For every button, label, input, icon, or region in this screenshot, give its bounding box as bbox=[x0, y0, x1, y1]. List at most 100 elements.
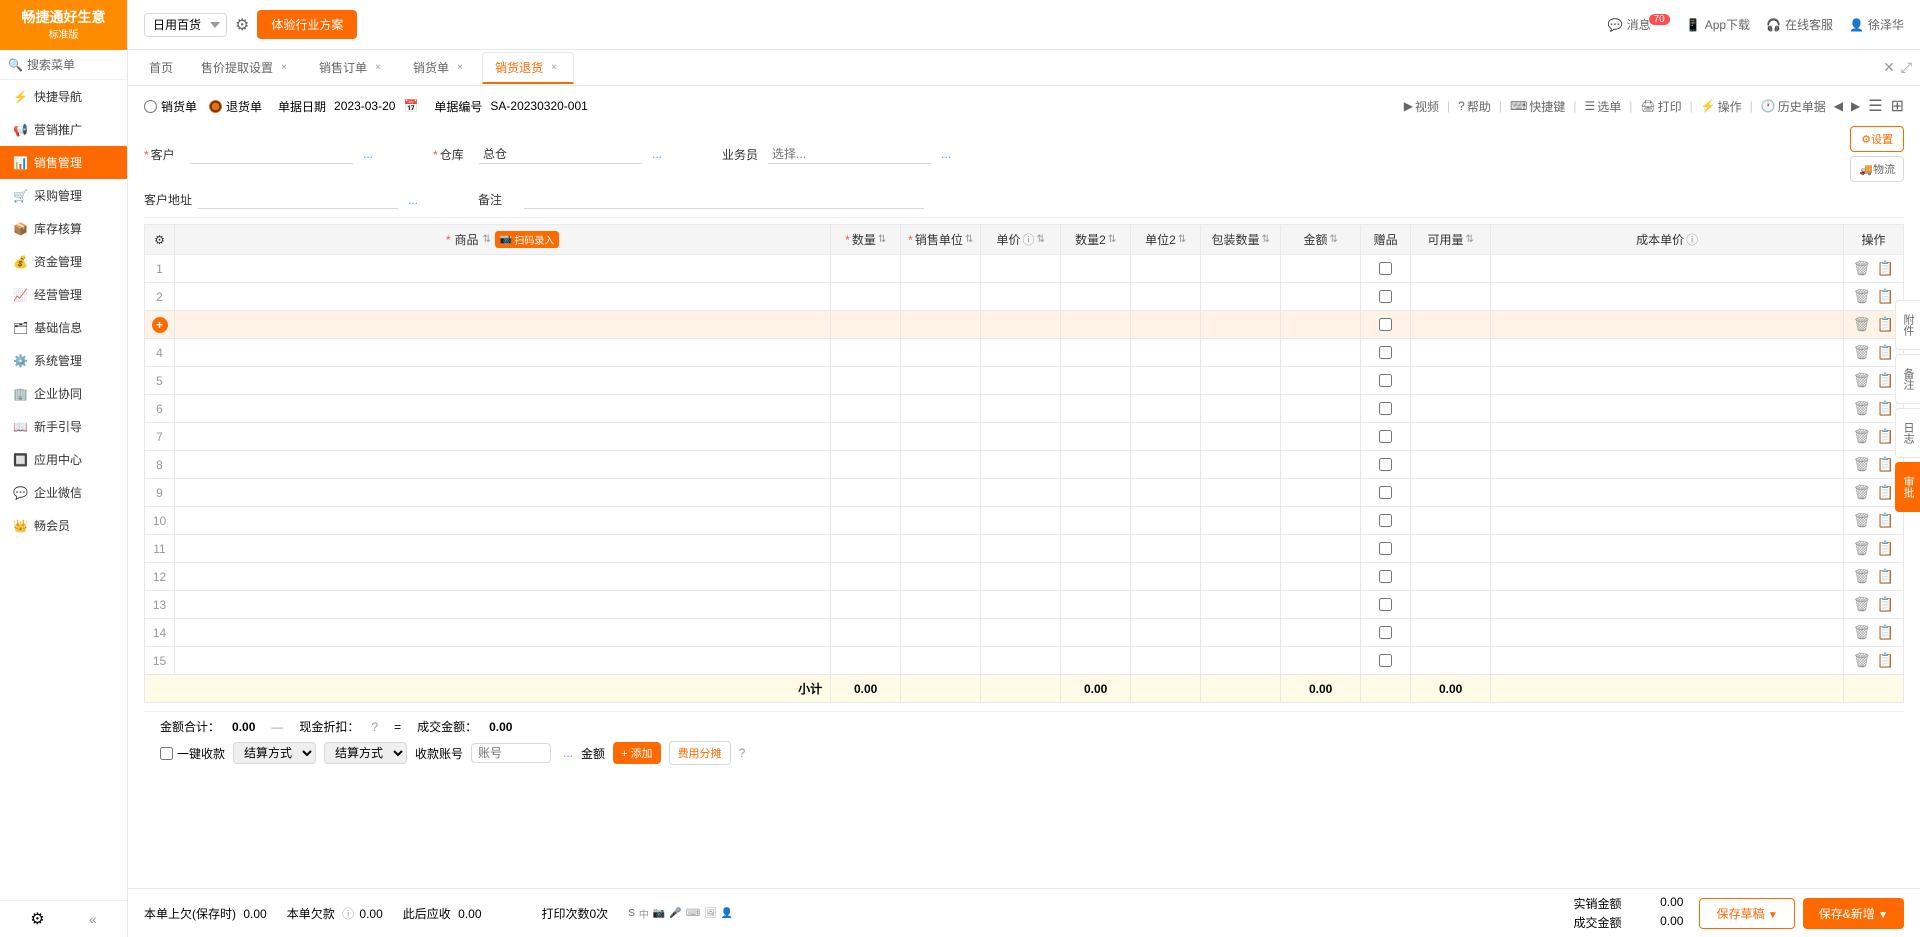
tab-sales[interactable]: 销货单 × bbox=[400, 52, 480, 83]
discount-info-icon[interactable]: ? bbox=[371, 720, 378, 734]
view1-btn[interactable]: ☰ bbox=[1868, 96, 1882, 116]
next-btn[interactable]: ▶ bbox=[1851, 99, 1860, 113]
sort-unit2-icon[interactable]: ⇅ bbox=[1178, 234, 1186, 245]
tab-return-close[interactable]: × bbox=[547, 60, 561, 74]
cost-price-cell[interactable] bbox=[1491, 283, 1844, 311]
tab-price-extract-close[interactable]: × bbox=[277, 61, 291, 75]
radio-sales-input[interactable] bbox=[144, 100, 157, 113]
qty2-cell[interactable] bbox=[1061, 255, 1131, 283]
sales-unit-cell[interactable] bbox=[901, 283, 981, 311]
available-cell[interactable] bbox=[1411, 255, 1491, 283]
copy-icon[interactable]: 📋 bbox=[1877, 652, 1894, 669]
gift-checkbox[interactable] bbox=[1379, 598, 1392, 611]
gift-checkbox[interactable] bbox=[1379, 570, 1392, 583]
product-cell[interactable] bbox=[175, 255, 831, 283]
cost-price-cell[interactable] bbox=[1491, 255, 1844, 283]
app-download-item[interactable]: 📱 App下载 bbox=[1686, 16, 1750, 33]
price-info-icon[interactable]: ⓘ bbox=[1022, 231, 1034, 248]
delete-icon[interactable]: 🗑 bbox=[1853, 316, 1871, 333]
video-btn[interactable]: ▶ 视频 bbox=[1404, 98, 1439, 115]
tab-home[interactable]: 首页 bbox=[136, 52, 186, 83]
sidebar-item-sales[interactable]: 📊 销售管理 bbox=[0, 146, 127, 179]
add-row-btn[interactable]: + bbox=[152, 317, 168, 333]
sidebar-item-operations[interactable]: 📈 经营管理 bbox=[0, 278, 127, 311]
delete-icon[interactable]: 🗑 bbox=[1853, 652, 1871, 669]
delete-icon[interactable]: 🗑 bbox=[1853, 596, 1871, 613]
delete-icon[interactable]: 🗑 bbox=[1853, 344, 1871, 361]
sidebar-item-basic[interactable]: 🗂 基础信息 bbox=[0, 311, 127, 344]
prev-btn[interactable]: ◀ bbox=[1834, 99, 1843, 113]
sort-amount-icon[interactable]: ⇅ bbox=[1330, 234, 1338, 245]
sidebar-item-finance[interactable]: 💰 资金管理 bbox=[0, 245, 127, 278]
print-btn[interactable]: 🖨 打印 bbox=[1640, 98, 1681, 115]
pkg-cell[interactable] bbox=[1201, 283, 1281, 311]
copy-icon[interactable]: 📋 bbox=[1877, 372, 1894, 389]
tab-sales-close[interactable]: × bbox=[453, 61, 467, 75]
gift-checkbox[interactable] bbox=[1379, 430, 1392, 443]
radio-return[interactable]: 退货单 bbox=[209, 98, 262, 115]
settlement-select[interactable]: 结算方式 bbox=[233, 742, 316, 764]
pkg-cell-active[interactable] bbox=[1201, 311, 1281, 339]
remarks-input[interactable] bbox=[524, 190, 924, 209]
operate-btn[interactable]: ⚡ 操作 bbox=[1701, 98, 1742, 115]
delete-icon[interactable]: 🗑 bbox=[1853, 260, 1871, 277]
close-window-icon[interactable]: ✕ bbox=[1883, 59, 1895, 76]
copy-icon[interactable]: 📋 bbox=[1877, 288, 1894, 305]
unit2-cell-active[interactable] bbox=[1131, 311, 1201, 339]
amount-cell-active[interactable] bbox=[1281, 311, 1361, 339]
available-cell[interactable] bbox=[1411, 283, 1491, 311]
view2-btn[interactable]: ⊞ bbox=[1891, 96, 1904, 116]
amount-cell[interactable] bbox=[1281, 283, 1361, 311]
sort-unit-icon[interactable]: ⇅ bbox=[965, 234, 973, 245]
sort-qty2-icon[interactable]: ⇅ bbox=[1108, 234, 1116, 245]
account-dots-btn[interactable]: ... bbox=[563, 746, 573, 760]
salesperson-input[interactable] bbox=[768, 145, 931, 164]
config-icon[interactable]: ⚙ bbox=[154, 233, 165, 247]
gift-checkbox[interactable] bbox=[1379, 402, 1392, 415]
help-btn[interactable]: ? 帮助 bbox=[1458, 98, 1491, 115]
salesperson-dots-btn[interactable]: ... bbox=[941, 147, 951, 161]
available-cell-active[interactable] bbox=[1411, 311, 1491, 339]
experience-btn[interactable]: 体验行业方案 bbox=[257, 10, 357, 39]
sort-product-icon[interactable]: ⇅ bbox=[483, 234, 491, 245]
warehouse-input[interactable] bbox=[479, 145, 642, 164]
one-click-pay-input[interactable] bbox=[160, 747, 173, 760]
sidebar-item-shortcuts[interactable]: ⚡ 快捷导航 bbox=[0, 80, 127, 113]
customer-dots-btn[interactable]: ... bbox=[363, 147, 373, 161]
shortcuts-btn[interactable]: ⌨ 快捷键 bbox=[1510, 98, 1565, 115]
approval-panel-btn[interactable]: 审批 bbox=[1895, 462, 1920, 512]
sidebar-item-apps[interactable]: 🔲 应用中心 bbox=[0, 443, 127, 476]
sidebar-item-search[interactable]: 🔍 搜索菜单 bbox=[0, 50, 127, 80]
sidebar-item-wechat[interactable]: 💬 企业微信 bbox=[0, 476, 127, 509]
gift-checkbox[interactable] bbox=[1379, 458, 1392, 471]
sidebar-item-marketing[interactable]: 📢 营销推广 bbox=[0, 113, 127, 146]
history-btn[interactable]: 🕐 历史单据 bbox=[1761, 98, 1826, 115]
copy-icon[interactable]: 📋 bbox=[1877, 596, 1894, 613]
radio-return-input[interactable] bbox=[209, 100, 222, 113]
gift-checkbox[interactable] bbox=[1379, 486, 1392, 499]
sidebar-item-inventory[interactable]: 📦 库存核算 bbox=[0, 212, 127, 245]
collapse-icon[interactable]: « bbox=[89, 911, 97, 927]
barcode-input-btn[interactable]: 📷 扫码录入 bbox=[495, 231, 559, 248]
sort-price-icon[interactable]: ⇅ bbox=[1037, 234, 1045, 245]
cost-price-cell-active[interactable] bbox=[1491, 311, 1844, 339]
fee-help-icon[interactable]: ? bbox=[739, 746, 746, 760]
copy-icon[interactable]: 📋 bbox=[1877, 568, 1894, 585]
sidebar-item-member[interactable]: 👑 畅会员 bbox=[0, 509, 127, 542]
copy-icon[interactable]: 📋 bbox=[1877, 512, 1894, 529]
sidebar-item-system[interactable]: ⚙️ 系统管理 bbox=[0, 344, 127, 377]
tab-price-extract[interactable]: 售价提取设置 × bbox=[188, 52, 304, 83]
delete-icon[interactable]: 🗑 bbox=[1853, 512, 1871, 529]
settings-btn[interactable]: ⚙ 设置 bbox=[1850, 126, 1904, 152]
delete-icon[interactable]: 🗑 bbox=[1853, 288, 1871, 305]
fee-split-btn[interactable]: 费用分摊 bbox=[669, 741, 731, 765]
amount-cell[interactable] bbox=[1281, 255, 1361, 283]
gift-checkbox[interactable] bbox=[1379, 654, 1392, 667]
delete-icon[interactable]: 🗑 bbox=[1853, 456, 1871, 473]
copy-icon[interactable]: 📋 bbox=[1877, 316, 1894, 333]
topbar-gear-icon[interactable]: ⚙ bbox=[235, 15, 249, 35]
sidebar-item-enterprise[interactable]: 🏢 企业协同 bbox=[0, 377, 127, 410]
unit2-cell[interactable] bbox=[1131, 255, 1201, 283]
remarks-panel-btn[interactable]: 备注 bbox=[1895, 354, 1920, 404]
gift-checkbox[interactable] bbox=[1379, 346, 1392, 359]
